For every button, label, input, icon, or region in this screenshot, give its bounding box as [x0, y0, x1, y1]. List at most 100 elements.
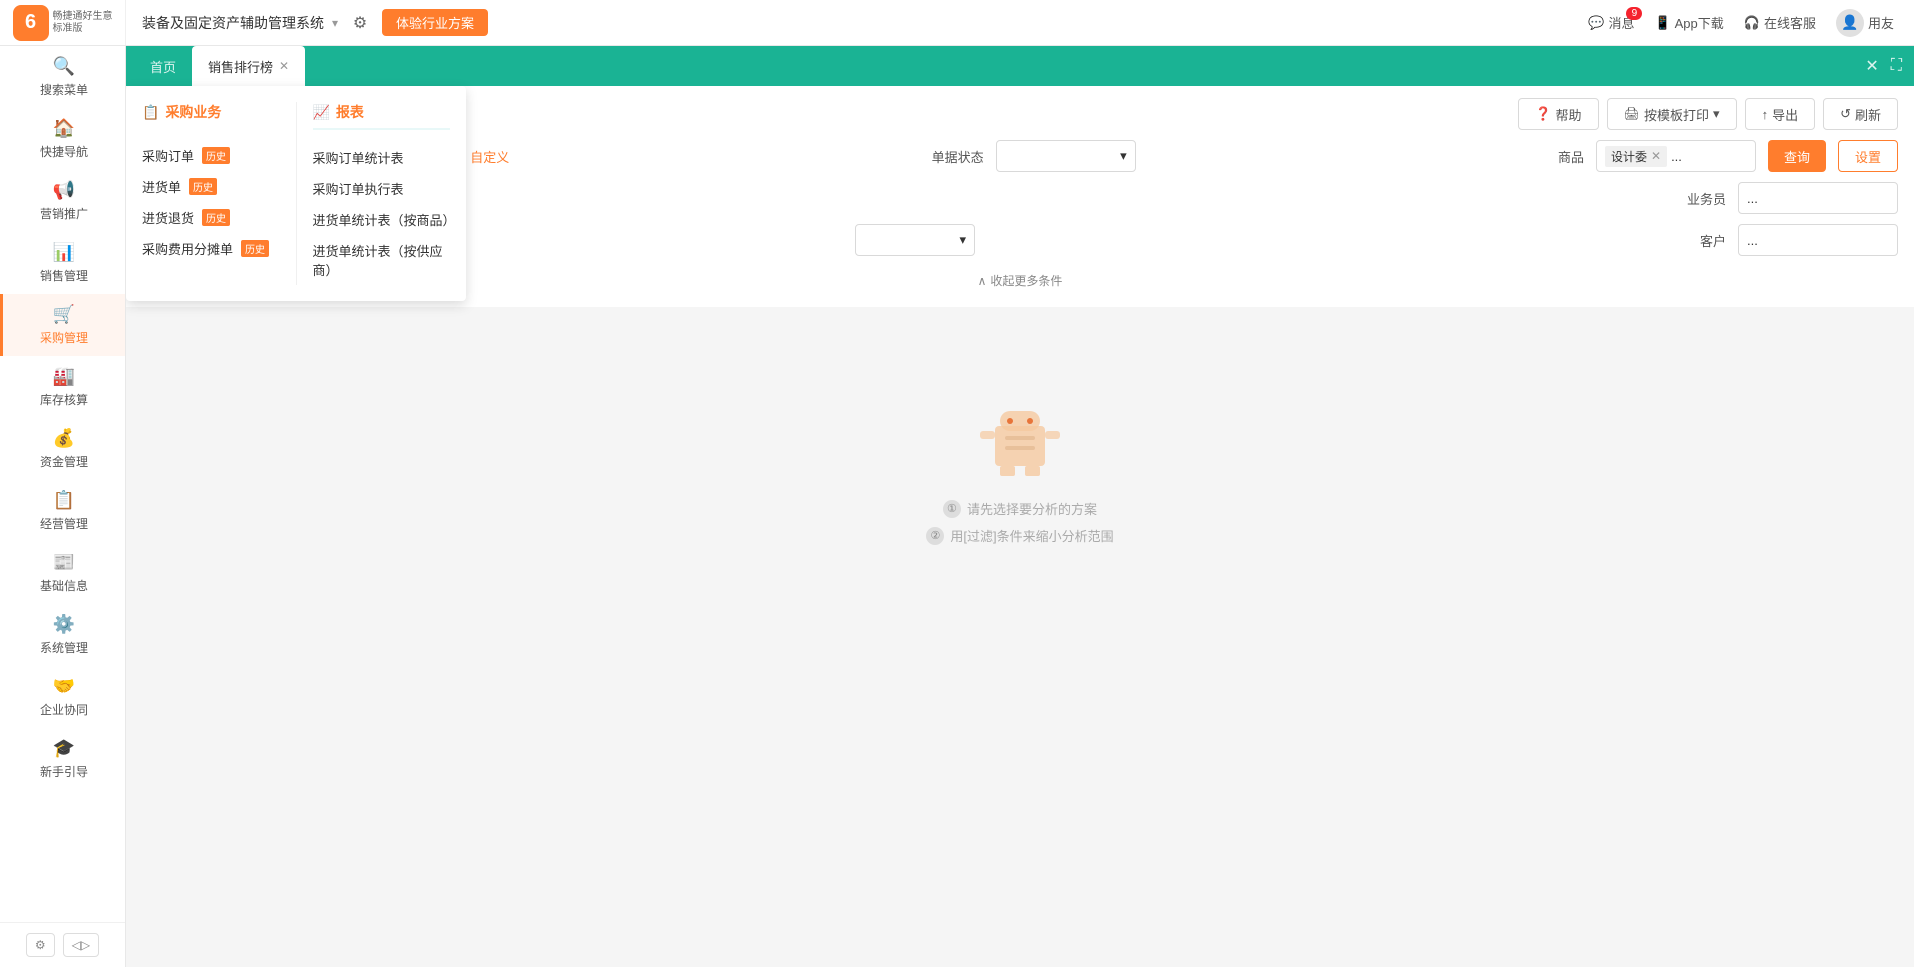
collaboration-icon: 🤝: [53, 676, 75, 697]
sidebar-item-operations[interactable]: 📋 经营管理: [0, 480, 125, 542]
user-avatar: 👤: [1836, 9, 1864, 37]
print-icon: 🖨: [1624, 106, 1641, 122]
inventory-icon: 🏭: [53, 366, 75, 387]
goods-tag: 设计委 ✕: [1605, 146, 1667, 167]
sidebar-label-quicknav: 快捷导航: [40, 143, 88, 160]
history-badge-receipt: 历史: [189, 178, 217, 195]
tab-home[interactable]: 首页: [134, 46, 192, 86]
goods-input[interactable]: 设计委 ✕ ...: [1596, 140, 1756, 172]
system-dropdown-arrow[interactable]: ▾: [332, 16, 338, 30]
dropdown-item-purchase-expense[interactable]: 采购费用分摊单 历史: [142, 233, 280, 264]
dropdown-section-reports: 📈 报表 采购订单统计表 采购订单执行表 进货单统计表（按商品） 进货单统计表（…: [313, 102, 451, 285]
guide-icon: 🎓: [53, 738, 75, 759]
tab-home-label: 首页: [150, 57, 176, 76]
tab-sales-ranking[interactable]: 销售排行榜 ✕: [192, 46, 305, 86]
sidebar-item-purchase[interactable]: 🛒 采购管理: [0, 294, 125, 356]
tab-close-all-button[interactable]: ✕: [1861, 52, 1882, 80]
customer-label: 客户: [1700, 231, 1726, 250]
dropdown-item-po-summary[interactable]: 采购订单统计表: [313, 142, 451, 173]
phone-icon: 📱: [1654, 15, 1670, 31]
sidebar-label-finance: 资金管理: [40, 453, 88, 470]
sidebar-label-collaboration: 企业协同: [40, 701, 88, 718]
basicinfo-icon: 📰: [53, 552, 75, 573]
goods-label: 商品: [1558, 147, 1584, 166]
sidebar-label-operations: 经营管理: [40, 515, 88, 532]
export-button[interactable]: ↑ 导出: [1745, 98, 1816, 130]
online-service-button[interactable]: 🎧 在线客服: [1744, 13, 1816, 32]
online-service-label: 在线客服: [1764, 13, 1816, 32]
filter-dropdown[interactable]: ▾: [855, 224, 975, 256]
empty-hint-2: ② 用[过滤]条件来缩小分析范围: [926, 526, 1113, 545]
export-icon: ↑: [1762, 107, 1769, 122]
home-icon: 🏠: [53, 118, 75, 139]
refresh-icon: ↺: [1840, 106, 1851, 122]
logo-area: 6 畅捷通好生意 标准版: [0, 0, 126, 45]
sidebar-collapse-button[interactable]: ◁▷: [63, 933, 99, 957]
sidebar-label-basicinfo: 基础信息: [40, 577, 88, 594]
voucher-status-label: 单据状态: [932, 147, 984, 166]
settings-gear-button[interactable]: ⚙: [346, 9, 374, 37]
goods-tag-close[interactable]: ✕: [1651, 149, 1661, 163]
empty-illustration: [970, 391, 1070, 491]
app-logo-icon: 6: [13, 5, 49, 41]
dropdown-sections: 📋 采购业务 采购订单 历史 进货单 历史 进货退货 历史: [142, 102, 450, 285]
app-download-button[interactable]: 📱 App下载: [1654, 13, 1723, 32]
set-button[interactable]: 设置: [1838, 140, 1898, 172]
print-dropdown-arrow: ▾: [1713, 106, 1720, 122]
user-menu-button[interactable]: 👤 用友: [1836, 9, 1894, 37]
tab-maximize-button[interactable]: ⛶: [1887, 53, 1906, 79]
sidebar-label-sales: 销售管理: [40, 267, 88, 284]
sidebar-item-guide[interactable]: 🎓 新手引导: [0, 728, 125, 790]
dropdown-item-purchase-receipt[interactable]: 进货单 历史: [142, 171, 280, 202]
collapse-up-icon: ∧: [978, 274, 987, 288]
filter-dropdown-arrow: ▾: [959, 232, 966, 248]
history-badge-expense: 历史: [241, 240, 269, 257]
dropdown-item-purchase-order[interactable]: 采购订单 历史: [142, 140, 280, 171]
dropdown-divider: [296, 102, 297, 285]
topbar-middle: 装备及固定资产辅助管理系统 ▾ ⚙ 体验行业方案: [126, 9, 1588, 37]
sidebar-item-sales[interactable]: 📊 销售管理: [0, 232, 125, 294]
help-button[interactable]: ❓ 帮助: [1518, 98, 1598, 130]
sidebar-bottom: ⚙ ◁▷: [0, 922, 125, 967]
salesman-label: 业务员: [1687, 189, 1726, 208]
dropdown-item-po-execution[interactable]: 采购订单执行表: [313, 173, 451, 204]
voucher-status-select[interactable]: ▾: [996, 140, 1136, 172]
voucher-status-dropdown-arrow: ▾: [1120, 148, 1127, 164]
dropdown-item-purchase-return[interactable]: 进货退货 历史: [142, 202, 280, 233]
sidebar-label-guide: 新手引导: [40, 763, 88, 780]
sidebar-item-collaboration[interactable]: 🤝 企业协同: [0, 666, 125, 728]
tab-bar: 首页 销售排行榜 ✕ ✕ ⛶: [126, 46, 1914, 86]
tab-close-icon[interactable]: ✕: [279, 59, 289, 73]
print-button[interactable]: 🖨 按模板打印 ▾: [1607, 98, 1737, 130]
dropdown-item-receipt-by-goods[interactable]: 进货单统计表（按商品）: [313, 204, 451, 235]
sidebar-item-search[interactable]: 🔍 搜索菜单: [0, 46, 125, 108]
content-area: 首页 销售排行榜 ✕ ✕ ⛶ ❓ 帮助: [126, 46, 1914, 967]
purchase-dropdown-menu: 📋 采购业务 采购订单 历史 进货单 历史 进货退货 历史: [126, 86, 466, 301]
customer-input[interactable]: ...: [1738, 224, 1898, 256]
history-badge-return: 历史: [202, 209, 230, 226]
sidebar-item-inventory[interactable]: 🏭 库存核算: [0, 356, 125, 418]
sidebar-settings-button[interactable]: ⚙: [26, 933, 55, 957]
dropdown-section-purchase: 📋 采购业务 采购订单 历史 进货单 历史 进货退货 历史: [142, 102, 280, 285]
main-layout: 🔍 搜索菜单 🏠 快捷导航 📢 营销推广 📊 销售管理 🛒 采购管理 🏭 库存核…: [0, 46, 1914, 967]
industry-button[interactable]: 体验行业方案: [382, 9, 488, 36]
sidebar-label-marketing: 营销推广: [40, 205, 88, 222]
sidebar-item-basicinfo[interactable]: 📰 基础信息: [0, 542, 125, 604]
salesman-input[interactable]: ...: [1738, 182, 1898, 214]
dropdown-section-reports-title: 📈 报表: [313, 102, 451, 130]
sidebar-item-quicknav[interactable]: 🏠 快捷导航: [0, 108, 125, 170]
topbar: 6 畅捷通好生意 标准版 装备及固定资产辅助管理系统 ▾ ⚙ 体验行业方案 💬 …: [0, 0, 1914, 46]
system-title: 装备及固定资产辅助管理系统: [142, 13, 324, 33]
query-button[interactable]: 查询: [1768, 140, 1826, 172]
sidebar-item-marketing[interactable]: 📢 营销推广: [0, 170, 125, 232]
sidebar-item-finance[interactable]: 💰 资金管理: [0, 418, 125, 480]
tab-sales-ranking-label: 销售排行榜: [208, 57, 273, 76]
app-logo-text: 畅捷通好生意 标准版: [53, 11, 113, 35]
sidebar-item-system[interactable]: ⚙️ 系统管理: [0, 604, 125, 666]
dropdown-item-receipt-by-supplier[interactable]: 进货单统计表（按供应商）: [313, 235, 451, 285]
headset-icon: 🎧: [1744, 15, 1760, 31]
message-button[interactable]: 💬 消息 9: [1588, 13, 1634, 32]
empty-hint-1: ① 请先选择要分析的方案: [943, 499, 1097, 518]
refresh-button[interactable]: ↺ 刷新: [1823, 98, 1898, 130]
date-custom-button[interactable]: 自定义: [470, 147, 509, 166]
